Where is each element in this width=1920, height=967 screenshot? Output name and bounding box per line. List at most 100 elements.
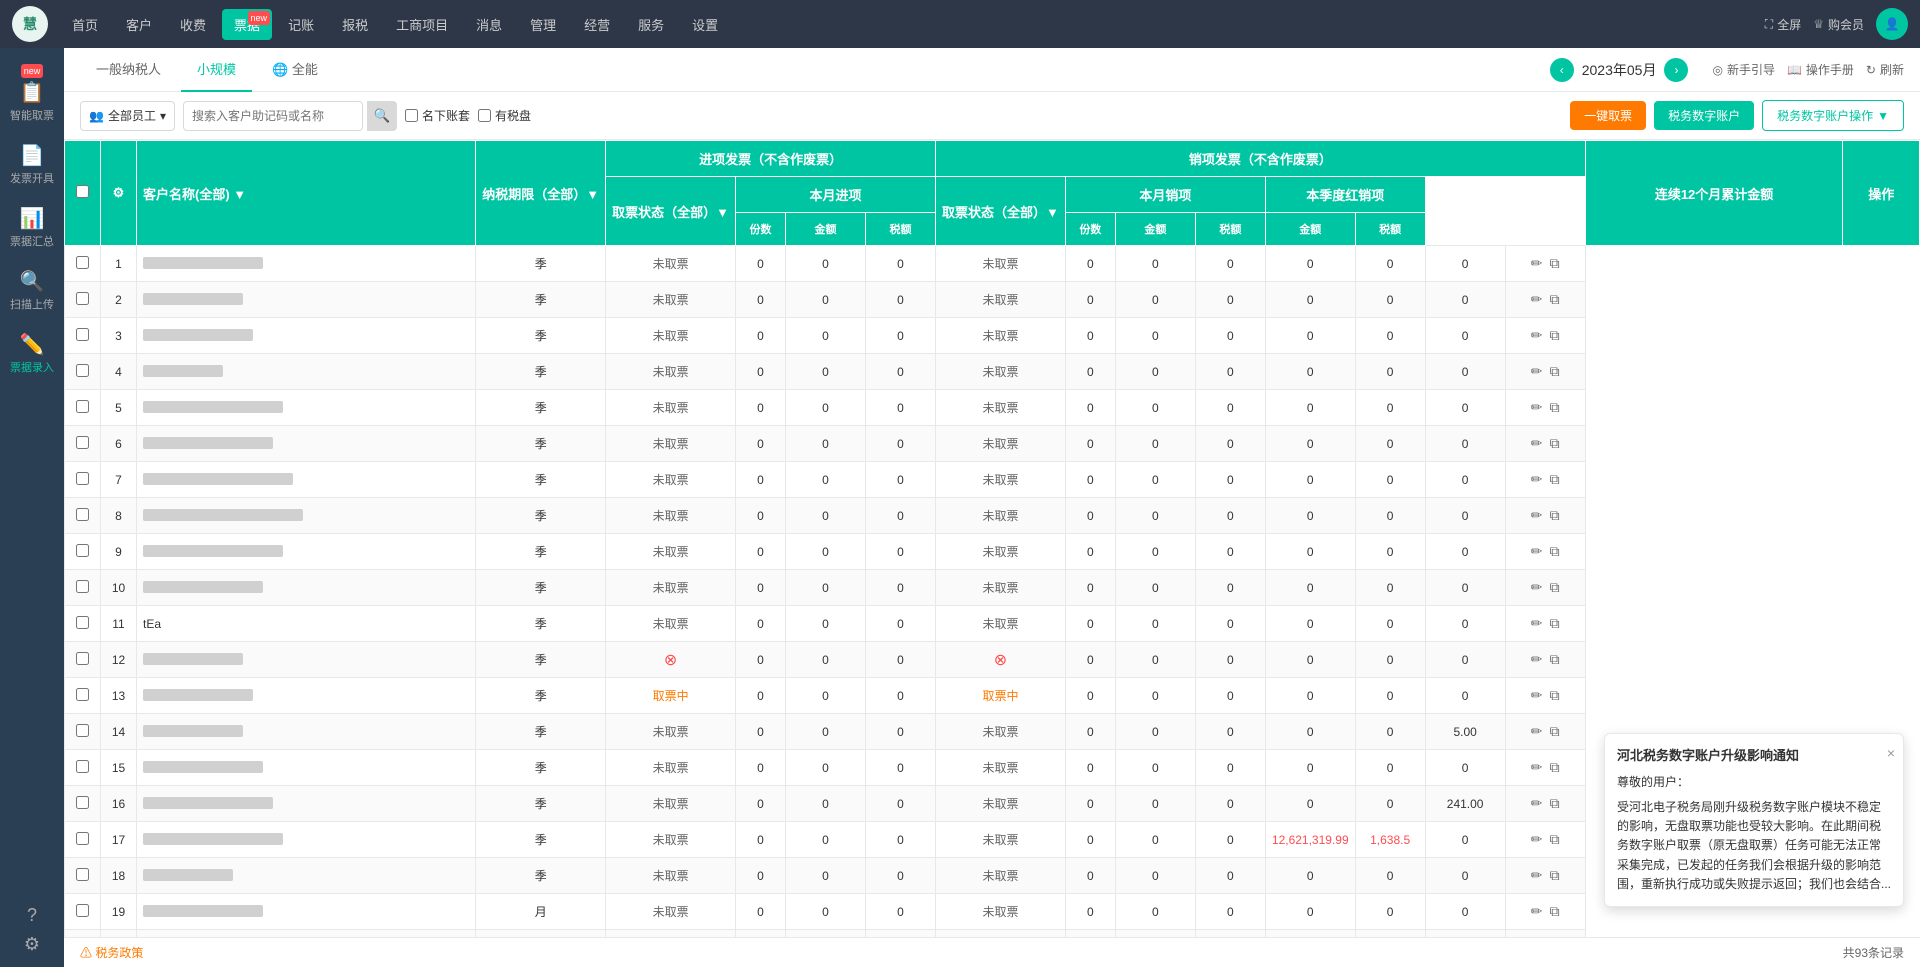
period-next-button[interactable]: › <box>1664 58 1688 82</box>
copy-button[interactable]: ⧉ <box>1548 433 1562 454</box>
edit-button[interactable]: ✏ <box>1529 649 1545 670</box>
vip-button[interactable]: ♕ 购会员 <box>1813 16 1864 33</box>
fullscreen-button[interactable]: ⛶ 全屏 <box>1765 16 1801 33</box>
row-select-checkbox[interactable] <box>76 724 89 737</box>
copy-button[interactable]: ⧉ <box>1548 361 1562 382</box>
edit-button[interactable]: ✏ <box>1529 541 1545 562</box>
edit-button[interactable]: ✏ <box>1529 469 1545 490</box>
user-avatar[interactable]: 👤 <box>1876 8 1908 40</box>
select-all-checkbox[interactable] <box>76 185 89 198</box>
sidebar-item-open-invoice[interactable]: 📄 发票开具 <box>4 135 60 194</box>
row-select-checkbox[interactable] <box>76 760 89 773</box>
sidebar-item-scan-upload[interactable]: 🔍 扫描上传 <box>4 261 60 320</box>
help-icon[interactable]: ? <box>27 905 37 926</box>
copy-button[interactable]: ⧉ <box>1548 541 1562 562</box>
row-select-checkbox[interactable] <box>76 580 89 593</box>
row-select-checkbox[interactable] <box>76 904 89 917</box>
row-select-checkbox[interactable] <box>76 544 89 557</box>
employee-filter[interactable]: 👥 全部员工 ▾ <box>80 101 175 131</box>
nav-settings[interactable]: 设置 <box>680 9 730 40</box>
nav-message[interactable]: 消息 <box>464 9 514 40</box>
tax-policy-link[interactable]: ⚠ 税务政策 <box>80 944 143 961</box>
edit-button[interactable]: ✏ <box>1529 289 1545 310</box>
search-input[interactable] <box>183 101 363 131</box>
edit-button[interactable]: ✏ <box>1529 505 1545 526</box>
refresh-button[interactable]: ↻ 刷新 <box>1866 61 1904 78</box>
copy-button[interactable]: ⧉ <box>1548 469 1562 490</box>
row-select-checkbox[interactable] <box>76 472 89 485</box>
edit-button[interactable]: ✏ <box>1529 325 1545 346</box>
edit-button[interactable]: ✏ <box>1529 829 1545 850</box>
row-select-checkbox[interactable] <box>76 292 89 305</box>
copy-button[interactable]: ⧉ <box>1548 757 1562 778</box>
nav-accounting[interactable]: 记账 <box>276 9 326 40</box>
copy-button[interactable]: ⧉ <box>1548 721 1562 742</box>
tab-all-round[interactable]: 🌐 全能 <box>256 48 334 92</box>
copy-button[interactable]: ⧉ <box>1548 685 1562 706</box>
nav-tax[interactable]: 报税 <box>330 9 380 40</box>
tab-small-scale[interactable]: 小规模 <box>181 48 252 92</box>
copy-button[interactable]: ⧉ <box>1548 289 1562 310</box>
nav-customer[interactable]: 客户 <box>114 9 164 40</box>
search-button[interactable]: 🔍 <box>367 101 397 131</box>
nav-billing[interactable]: 收费 <box>168 9 218 40</box>
tax-digital-account-button[interactable]: 税务数字账户 <box>1654 101 1754 130</box>
manual-button[interactable]: 📖 操作手册 <box>1787 61 1854 78</box>
sidebar-item-invoice-entry[interactable]: ✏️ 票据录入 <box>4 324 60 383</box>
nav-business[interactable]: 工商项目 <box>384 9 460 40</box>
copy-button[interactable]: ⧉ <box>1548 649 1562 670</box>
period-prev-button[interactable]: ‹ <box>1550 58 1574 82</box>
edit-button[interactable]: ✏ <box>1529 865 1545 886</box>
row-select-checkbox[interactable] <box>76 400 89 413</box>
row-select-checkbox[interactable] <box>76 616 89 629</box>
edit-button[interactable]: ✏ <box>1529 253 1545 274</box>
nav-home[interactable]: 首页 <box>60 9 110 40</box>
edit-button[interactable]: ✏ <box>1529 361 1545 382</box>
tab-general-taxpayer[interactable]: 一般纳税人 <box>80 48 177 92</box>
copy-button[interactable]: ⧉ <box>1548 325 1562 346</box>
row-select-checkbox[interactable] <box>76 364 89 377</box>
row-select-checkbox[interactable] <box>76 256 89 269</box>
notification-close-button[interactable]: × <box>1887 742 1895 764</box>
nav-manage[interactable]: 管理 <box>518 9 568 40</box>
row-select-checkbox[interactable] <box>76 436 89 449</box>
edit-button[interactable]: ✏ <box>1529 793 1545 814</box>
row-select-checkbox[interactable] <box>76 508 89 521</box>
row-select-checkbox[interactable] <box>76 796 89 809</box>
copy-button[interactable]: ⧉ <box>1548 793 1562 814</box>
edit-button[interactable]: ✏ <box>1529 577 1545 598</box>
row-select-checkbox[interactable] <box>76 652 89 665</box>
edit-button[interactable]: ✏ <box>1529 397 1545 418</box>
one-click-fetch-button[interactable]: 一键取票 <box>1570 101 1646 130</box>
edit-button[interactable]: ✏ <box>1529 901 1545 922</box>
copy-button[interactable]: ⧉ <box>1548 253 1562 274</box>
copy-button[interactable]: ⧉ <box>1548 829 1562 850</box>
copy-button[interactable]: ⧉ <box>1548 613 1562 634</box>
ledger-filter-checkbox[interactable]: 名下账套 <box>405 107 470 124</box>
sidebar-item-fetch-invoice[interactable]: new 📋 智能取票 <box>4 56 60 131</box>
edit-button[interactable]: ✏ <box>1529 433 1545 454</box>
copy-button[interactable]: ⧉ <box>1548 901 1562 922</box>
ledger-checkbox[interactable] <box>405 109 418 122</box>
edit-button[interactable]: ✏ <box>1529 685 1545 706</box>
sidebar-item-invoice-summary[interactable]: 📊 票据汇总 <box>4 198 60 257</box>
copy-button[interactable]: ⧉ <box>1548 865 1562 886</box>
copy-button[interactable]: ⧉ <box>1548 505 1562 526</box>
edit-button[interactable]: ✏ <box>1529 721 1545 742</box>
row-select-checkbox[interactable] <box>76 688 89 701</box>
tax-disk-checkbox[interactable] <box>478 109 491 122</box>
tax-disk-filter-checkbox[interactable]: 有税盘 <box>478 107 531 124</box>
edit-button[interactable]: ✏ <box>1529 613 1545 634</box>
row-select-checkbox[interactable] <box>76 832 89 845</box>
new-guide-button[interactable]: ◎ 新手引导 <box>1712 61 1775 78</box>
row-select-checkbox[interactable] <box>76 328 89 341</box>
settings-icon[interactable]: ⚙ <box>24 934 40 955</box>
edit-button[interactable]: ✏ <box>1529 757 1545 778</box>
copy-button[interactable]: ⧉ <box>1548 577 1562 598</box>
nav-service[interactable]: 服务 <box>626 9 676 40</box>
row-select-checkbox[interactable] <box>76 868 89 881</box>
tax-digital-ops-button[interactable]: 税务数字账户操作 ▼ <box>1762 100 1904 131</box>
copy-button[interactable]: ⧉ <box>1548 397 1562 418</box>
nav-invoice[interactable]: 票据 new <box>222 9 272 40</box>
nav-operation[interactable]: 经营 <box>572 9 622 40</box>
